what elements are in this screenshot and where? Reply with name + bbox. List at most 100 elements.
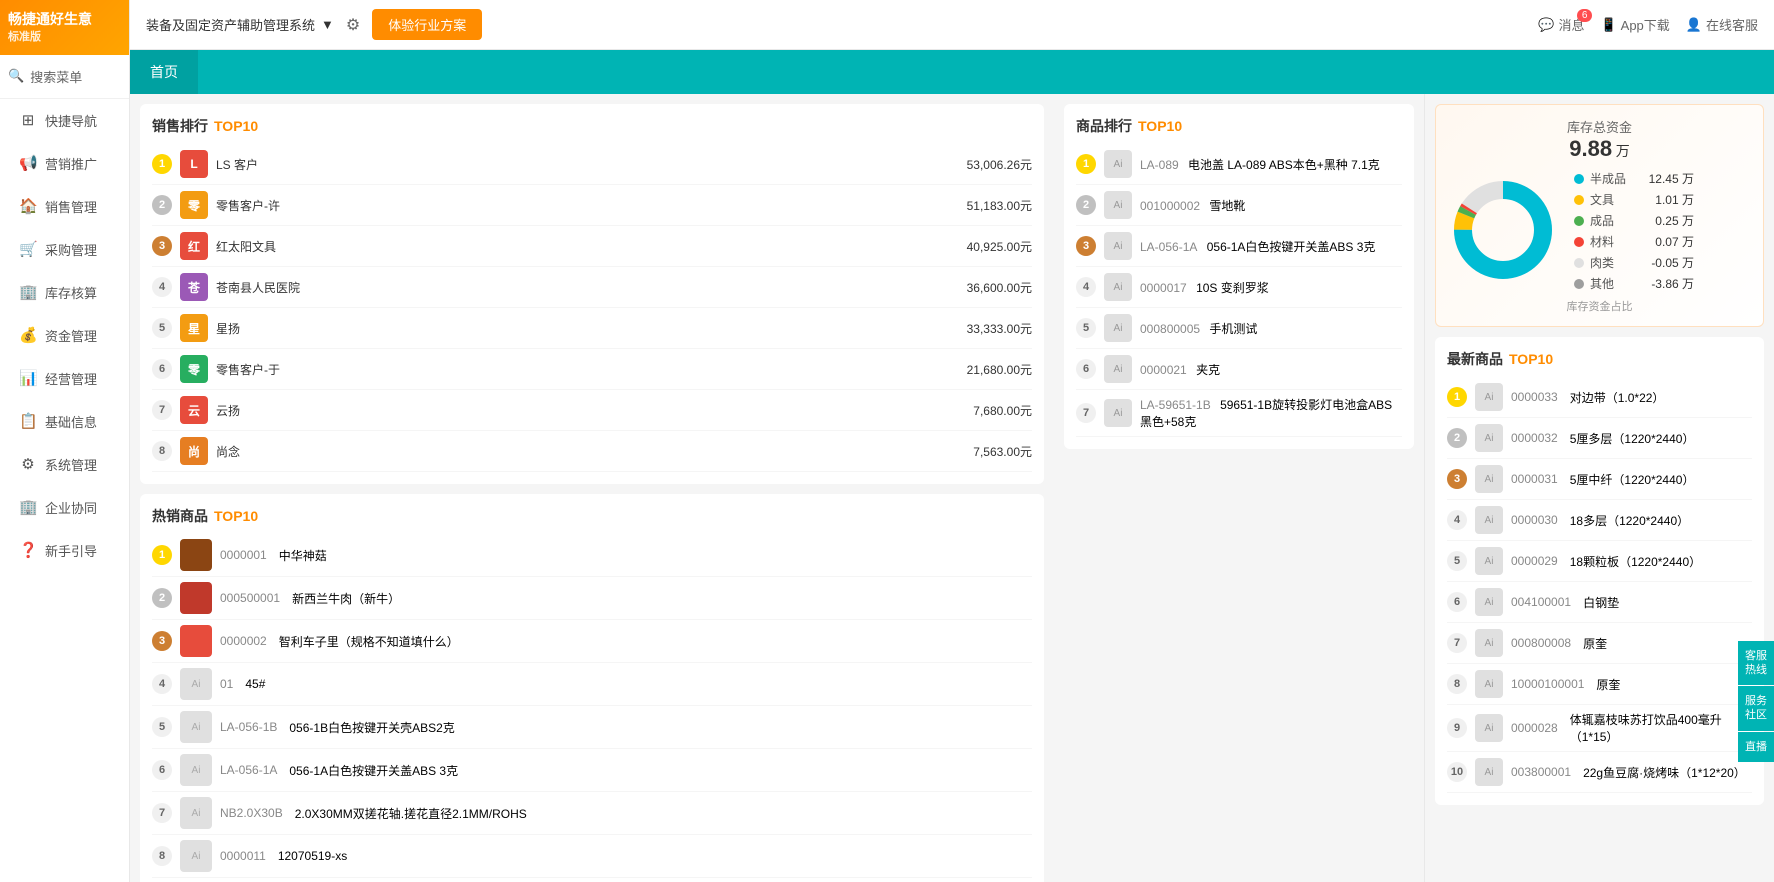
product-rank-item[interactable]: 3 Ai LA-056-1A 056-1A白色按键开关盖ABS 3克 <box>1076 226 1402 267</box>
hot-product-name: 中华神菇 <box>279 547 327 564</box>
product-rank-item[interactable]: 4 Ai 0000017 10S 变刹罗浆 <box>1076 267 1402 308</box>
rank-number: 5 <box>1447 551 1467 571</box>
customer-rank-item[interactable]: 7 云 云扬 7,680.00元 <box>152 390 1032 431</box>
hot-product-img-placeholder: Ai <box>180 797 212 829</box>
sidebar-item-purchase[interactable]: 🛒采购管理 <box>0 228 129 271</box>
hot-product-item[interactable]: 1 0000001 中华神菇 <box>152 534 1032 577</box>
product-img-placeholder: Ai <box>1104 314 1132 342</box>
product-rank-item[interactable]: 7 Ai LA-59651-1B 59651-1B旋转投影灯电池盒ABS黑色+5… <box>1076 390 1402 437</box>
rank-number: 8 <box>1447 674 1467 694</box>
nav-label-guide: 新手引导 <box>45 541 97 560</box>
product-code: 0000017 <box>1140 281 1187 295</box>
sidebar-item-inventory[interactable]: 🏢库存核算 <box>0 271 129 314</box>
sidebar-item-operations[interactable]: 📊经营管理 <box>0 357 129 400</box>
sidebar-item-basic-info[interactable]: 📋基础信息 <box>0 400 129 443</box>
search-menu-button[interactable]: 🔍 搜索菜单 <box>8 63 121 90</box>
product-code: LA-056-1A <box>1140 240 1197 254</box>
product-code: 001000002 <box>1140 199 1200 213</box>
new-product-code: 0000028 <box>1511 721 1558 735</box>
new-product-item[interactable]: 10 Ai 003800001 22g鱼豆腐·烧烤味（1*12*20） <box>1447 752 1752 793</box>
hot-product-item[interactable]: 3 0000002 智利车子里（规格不知道填什么） <box>152 620 1032 663</box>
rank-number: 5 <box>1076 318 1096 338</box>
float-btn-service-community[interactable]: 服务社区 <box>1738 686 1774 731</box>
sidebar-item-quick-nav[interactable]: ⊞快捷导航 <box>0 99 129 142</box>
sidebar-item-sales[interactable]: 🏠销售管理 <box>0 185 129 228</box>
rank-number: 10 <box>1447 762 1467 782</box>
app-download-button[interactable]: 📱 App下载 <box>1600 15 1669 34</box>
legend-label: 成品 <box>1590 212 1649 229</box>
hot-product-item[interactable]: 9 Ai KK-SD22110H 花语萌侣温分腿睡袋（厚款） <box>152 878 1032 882</box>
customer-value: 7,680.00元 <box>973 402 1032 419</box>
tab-home[interactable]: 首页 <box>130 50 198 94</box>
page-tabs: 首页 <box>130 50 1774 94</box>
float-btn-customer-service[interactable]: 客服热线 <box>1738 641 1774 686</box>
product-rank-item[interactable]: 6 Ai 0000021 夹克 <box>1076 349 1402 390</box>
hot-products-list: 1 0000001 中华神菇 2 000500001 新西兰牛肉（新牛） 3 0… <box>152 534 1032 882</box>
hot-product-item[interactable]: 8 Ai 0000011 12070519-xs <box>152 835 1032 878</box>
legend-value: 12.45 万 <box>1649 170 1694 187</box>
new-product-item[interactable]: 3 Ai 0000031 5厘中纤（1220*2440） <box>1447 459 1752 500</box>
sidebar-item-system[interactable]: ⚙系统管理 <box>0 443 129 486</box>
legend-label: 其他 <box>1590 275 1645 292</box>
product-code: LA-089 <box>1140 158 1179 172</box>
inventory-unit: 万 <box>1616 143 1630 159</box>
product-ranking-title: 商品排行 TOP10 <box>1076 116 1402 136</box>
product-rank-item[interactable]: 2 Ai 001000002 雪地靴 <box>1076 185 1402 226</box>
hot-product-name: 智利车子里（规格不知道填什么） <box>279 633 459 650</box>
product-img-placeholder: Ai <box>1104 232 1132 260</box>
new-product-item[interactable]: 5 Ai 0000029 18颗粒板（1220*2440） <box>1447 541 1752 582</box>
customer-rank-item[interactable]: 8 尚 尚念 7,563.00元 <box>152 431 1032 472</box>
sidebar-item-guide[interactable]: ❓新手引导 <box>0 529 129 572</box>
nav-icon-finance: 💰 <box>19 326 37 344</box>
new-product-item[interactable]: 8 Ai 10000100001 原奎 <box>1447 664 1752 705</box>
nav-label-basic-info: 基础信息 <box>45 412 97 431</box>
hot-product-item[interactable]: 6 Ai LA-056-1A 056-1A白色按键开关盖ABS 3克 <box>152 749 1032 792</box>
sidebar-nav: ⊞快捷导航📢营销推广🏠销售管理🛒采购管理🏢库存核算💰资金管理📊经营管理📋基础信息… <box>0 99 129 882</box>
legend-label: 文具 <box>1590 191 1649 208</box>
customer-rank-item[interactable]: 6 零 零售客户-于 21,680.00元 <box>152 349 1032 390</box>
online-service-button[interactable]: 👤 在线客服 <box>1686 15 1758 34</box>
donut-section: 半成品 12.45 万 文具 1.01 万 成品 0.25 万 材料 0.07 … <box>1448 170 1751 292</box>
sidebar-item-cooperation[interactable]: 🏢企业协同 <box>0 486 129 529</box>
customer-avatar: 零 <box>180 355 208 383</box>
new-product-item[interactable]: 4 Ai 0000030 18多层（1220*2440） <box>1447 500 1752 541</box>
inventory-legend-item: 肉类 -0.05 万 <box>1574 254 1694 271</box>
customer-rank-item[interactable]: 3 红 红太阳文具 40,925.00元 <box>152 226 1032 267</box>
hot-product-item[interactable]: 4 Ai 01 45# <box>152 663 1032 706</box>
inventory-legend: 半成品 12.45 万 文具 1.01 万 成品 0.25 万 材料 0.07 … <box>1574 170 1694 292</box>
nav-label-system: 系统管理 <box>45 455 97 474</box>
new-product-item[interactable]: 6 Ai 004100001 白钢垫 <box>1447 582 1752 623</box>
trial-button[interactable]: 体验行业方案 <box>372 9 482 40</box>
product-img-placeholder: Ai <box>1104 273 1132 301</box>
hot-product-item[interactable]: 5 Ai LA-056-1B 056-1B白色按键开关壳ABS2克 <box>152 706 1032 749</box>
new-product-item[interactable]: 2 Ai 0000032 5厘多层（1220*2440） <box>1447 418 1752 459</box>
inventory-legend-item: 其他 -3.86 万 <box>1574 275 1694 292</box>
float-btn-direct[interactable]: 直播 <box>1738 732 1774 762</box>
message-button[interactable]: 💬 消息 6 <box>1538 15 1584 34</box>
system-name: 装备及固定资产辅助管理系统 <box>146 15 315 34</box>
new-product-item[interactable]: 1 Ai 0000033 对边带（1.0*22） <box>1447 377 1752 418</box>
customer-rank-item[interactable]: 4 苍 苍南县人民医院 36,600.00元 <box>152 267 1032 308</box>
gear-icon[interactable]: ⚙ <box>346 15 360 35</box>
customer-value: 53,006.26元 <box>967 156 1032 173</box>
inventory-amount: 9.88 <box>1569 136 1612 161</box>
sidebar-item-finance[interactable]: 💰资金管理 <box>0 314 129 357</box>
product-rank-item[interactable]: 1 Ai LA-089 电池盖 LA-089 ABS本色+黑种 7.1克 <box>1076 144 1402 185</box>
customer-rank-item[interactable]: 1 L LS 客户 53,006.26元 <box>152 144 1032 185</box>
rank-number: 4 <box>1447 510 1467 530</box>
message-icon: 💬 <box>1538 17 1554 33</box>
hot-product-item[interactable]: 7 Ai NB2.0X30B 2.0X30MM双搓花轴.搓花直径2.1MM/RO… <box>152 792 1032 835</box>
hot-product-item[interactable]: 2 000500001 新西兰牛肉（新牛） <box>152 577 1032 620</box>
customer-rank-item[interactable]: 5 星 星扬 33,333.00元 <box>152 308 1032 349</box>
customer-rank-item[interactable]: 2 零 零售客户-许 51,183.00元 <box>152 185 1032 226</box>
legend-label: 材料 <box>1590 233 1649 250</box>
rank-number: 7 <box>152 803 172 823</box>
hot-product-code: LA-056-1B <box>220 720 277 734</box>
product-rank-item[interactable]: 5 Ai 000800005 手机测试 <box>1076 308 1402 349</box>
new-product-item[interactable]: 7 Ai 000800008 原奎 <box>1447 623 1752 664</box>
new-product-item[interactable]: 9 Ai 0000028 体辄嘉枝味苏打饮品400毫升（1*15） <box>1447 705 1752 752</box>
customer-value: 21,680.00元 <box>967 361 1032 378</box>
panel-right: 库存总资金 9.88 万 <box>1424 94 1774 882</box>
system-selector[interactable]: 装备及固定资产辅助管理系统 ▼ <box>146 15 334 34</box>
sidebar-item-marketing[interactable]: 📢营销推广 <box>0 142 129 185</box>
